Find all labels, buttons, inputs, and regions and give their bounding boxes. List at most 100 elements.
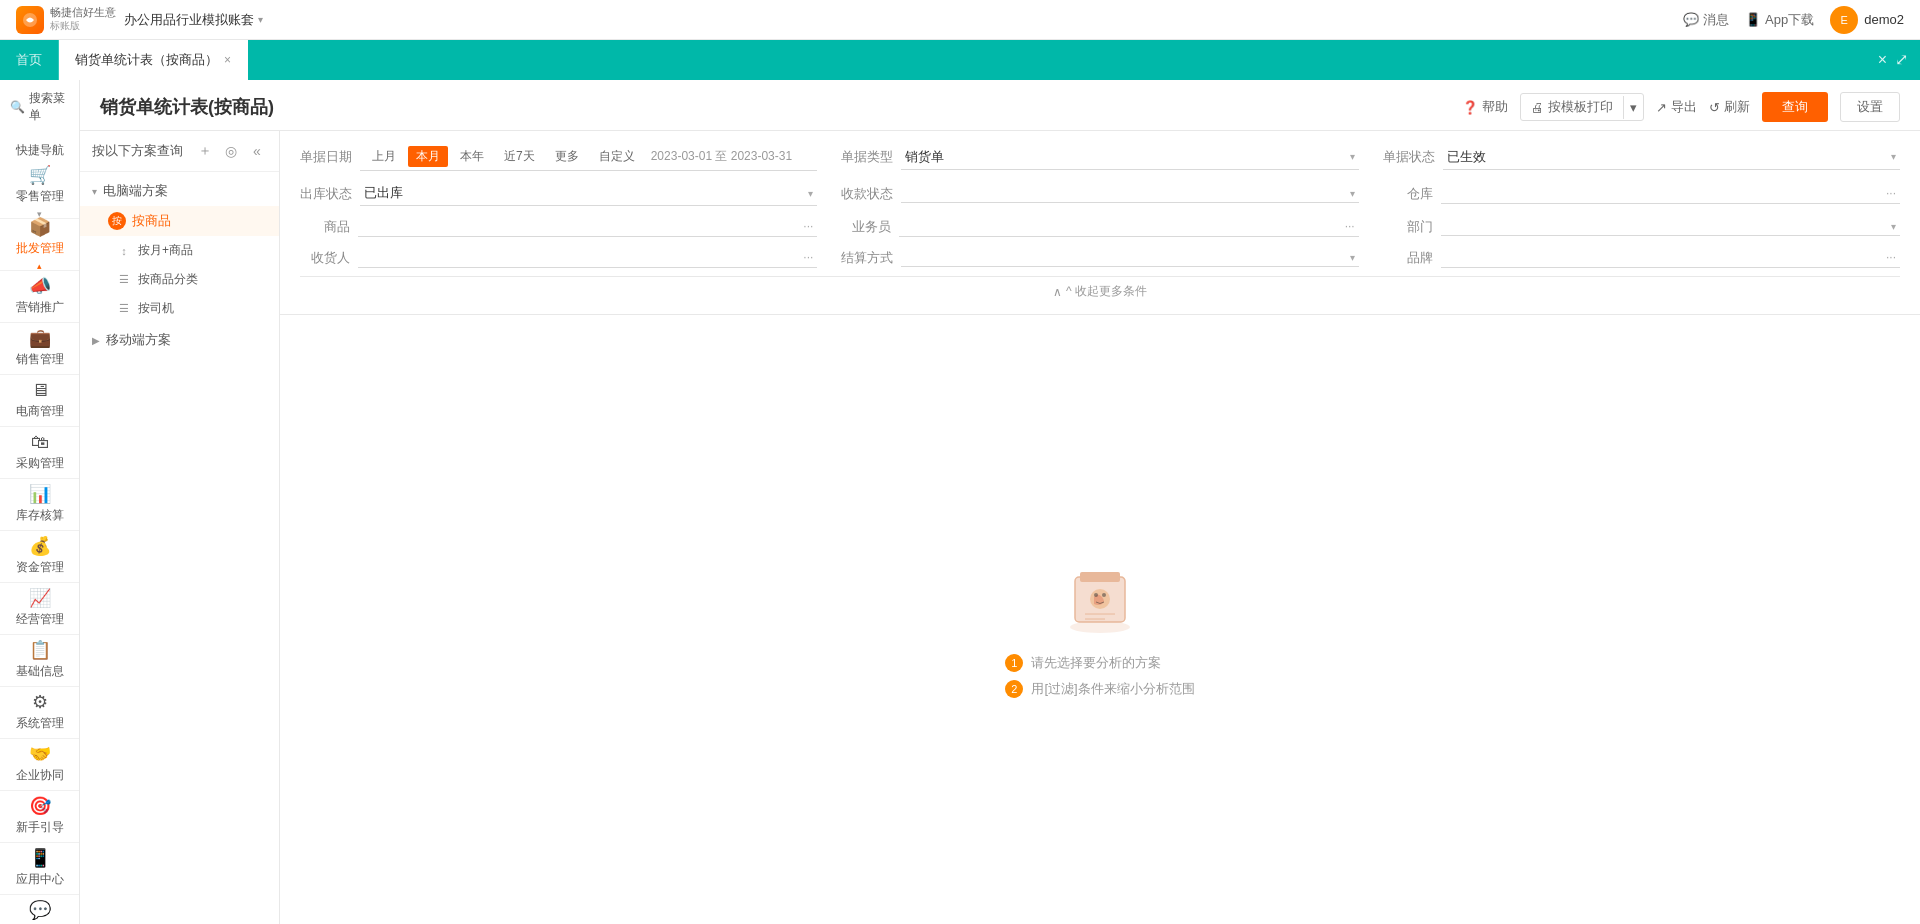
sidebar-item-apps[interactable]: 📱 应用中心 [0, 843, 79, 895]
workspace-selector[interactable]: 办公用品行业模拟账套 ▾ [124, 11, 263, 29]
sidebar-item-marketing[interactable]: 📣 营销推广 [0, 271, 79, 323]
date-tab-more[interactable]: 更多 [547, 146, 587, 167]
date-tab-this-year[interactable]: 本年 [452, 146, 492, 167]
logo-text-area: 畅捷信好生意 标账版 [50, 6, 116, 33]
product-label: 商品 [300, 218, 358, 236]
tab-sales-stats-label: 销货单统计表（按商品） [75, 51, 218, 69]
tree-group-label: 电脑端方案 [103, 182, 168, 200]
sidebar-item-wholesale[interactable]: 📦 批发管理 ▴ [0, 219, 79, 271]
tree-group-desktop-header[interactable]: ▾ 电脑端方案 [80, 176, 279, 206]
help-label: 帮助 [1482, 98, 1508, 116]
messages-btn[interactable]: 💬 消息 [1683, 11, 1729, 29]
sidebar-item-system[interactable]: ⚙ 系统管理 [0, 687, 79, 739]
date-tab-last-month[interactable]: 上月 [364, 146, 404, 167]
collapse-bar[interactable]: ∧ ^ 收起更多条件 [300, 276, 1900, 306]
tree-sub-month-product-label: 按月+商品 [138, 242, 193, 259]
lp-settings-btn[interactable]: ◎ [221, 141, 241, 161]
sidebar-item-wechat[interactable]: 💬 企业微信 [0, 895, 79, 924]
tree-sub-month-product[interactable]: ↕ 按月+商品 [80, 236, 279, 265]
bill-type-filter: 单据类型 销货单 ▾ [841, 145, 1358, 170]
tab-close-all-btn[interactable]: × [1878, 52, 1887, 68]
tree-sub-product-category[interactable]: ☰ 按商品分类 [80, 265, 279, 294]
add-icon: ＋ [198, 142, 212, 160]
sidebar-item-inventory[interactable]: 📊 库存核算 [0, 479, 79, 531]
staff-control[interactable]: ··· [899, 216, 1358, 237]
sidebar-item-retail[interactable]: 🛒 零售管理 ▾ [0, 167, 79, 219]
sidebar-item-purchase[interactable]: 🛍 采购管理 [0, 427, 79, 479]
search-icon: 🔍 [10, 100, 25, 114]
export-btn[interactable]: ↗ 导出 [1656, 98, 1697, 116]
app-download-btn[interactable]: 📱 App下载 [1745, 11, 1814, 29]
brand-control[interactable]: ··· [1441, 247, 1900, 268]
print-btn[interactable]: 🖨 按模板打印 [1521, 94, 1623, 120]
settings-circle-icon: ◎ [225, 143, 237, 159]
tab-expand-btn[interactable]: ⤢ [1895, 52, 1908, 68]
purchase-label: 采购管理 [16, 455, 64, 472]
query-btn[interactable]: 查询 [1762, 92, 1828, 122]
help-icon: ❓ [1462, 100, 1478, 115]
tree-sub-printer-label: 按司机 [138, 300, 174, 317]
print-label: 按模板打印 [1548, 98, 1613, 116]
content-area: 销货单统计表(按商品) ❓ 帮助 🖨 按模板打印 ▾ ↗ 导出 [80, 80, 1920, 924]
date-tab-this-month[interactable]: 本月 [408, 146, 448, 167]
sidebar-item-finance[interactable]: 💰 资金管理 [0, 531, 79, 583]
receipt-status-control[interactable]: ▾ [901, 185, 1358, 203]
out-status-control[interactable]: 已出库 ▾ [360, 181, 817, 206]
date-tab-custom[interactable]: 自定义 [591, 146, 643, 167]
ecommerce-label: 电商管理 [16, 403, 64, 420]
tip-text-2: 用[过滤]条件来缩小分析范围 [1031, 680, 1194, 698]
user-area[interactable]: E demo2 [1830, 6, 1904, 34]
staff-dots[interactable]: ··· [1345, 219, 1355, 233]
department-control[interactable]: ▾ [1441, 218, 1900, 236]
sidebar-item-sales[interactable]: 💼 销售管理 [0, 323, 79, 375]
svg-point-6 [1102, 593, 1106, 597]
collapse-left-icon: « [253, 143, 261, 159]
empty-state: 1 请先选择要分析的方案 2 用[过滤]条件来缩小分析范围 [280, 315, 1920, 924]
settings-btn[interactable]: 设置 [1840, 92, 1900, 122]
recipient-dots[interactable]: ··· [803, 250, 813, 264]
sidebar: 🔍 搜索菜单 快捷导航 🛒 零售管理 ▾ 📦 批发管理 ▴ 📣 营销推广 💼 销… [0, 80, 80, 924]
sidebar-item-ecommerce[interactable]: 🖥 电商管理 [0, 375, 79, 427]
sidebar-item-basic[interactable]: 📋 基础信息 [0, 635, 79, 687]
warehouse-dots[interactable]: ··· [1886, 186, 1896, 200]
tab-home[interactable]: 首页 [0, 40, 59, 80]
tree-item-by-product[interactable]: 按 按商品 [80, 206, 279, 236]
title-actions: ❓ 帮助 🖨 按模板打印 ▾ ↗ 导出 ↺ 刷新 [1462, 92, 1900, 122]
user-avatar: E [1830, 6, 1858, 34]
tab-sales-stats[interactable]: 销货单统计表（按商品） × [59, 40, 248, 80]
sidebar-quick-nav[interactable]: 快捷导航 [0, 134, 79, 167]
sidebar-item-operations[interactable]: 📈 经营管理 [0, 583, 79, 635]
sidebar-item-guide[interactable]: 🎯 新手引导 [0, 791, 79, 843]
lp-collapse-btn[interactable]: « [247, 141, 267, 161]
tree-group-mobile-header[interactable]: ▶ 移动端方案 [80, 325, 279, 355]
tree-sub-by-printer[interactable]: ☰ 按司机 [80, 294, 279, 323]
help-btn[interactable]: ❓ 帮助 [1462, 98, 1508, 116]
warehouse-control[interactable]: ··· [1441, 183, 1900, 204]
tab-sales-stats-close[interactable]: × [224, 53, 231, 67]
refresh-btn[interactable]: ↺ 刷新 [1709, 98, 1750, 116]
warehouse-filter: 仓库 ··· [1383, 183, 1900, 204]
messages-label: 消息 [1703, 11, 1729, 29]
bill-status-control[interactable]: 已生效 ▾ [1443, 145, 1900, 170]
payment-control[interactable]: ▾ [901, 249, 1358, 267]
print-dropdown-btn[interactable]: ▾ [1623, 96, 1643, 119]
tree-group-arrow: ▾ [92, 186, 97, 197]
product-dots[interactable]: ··· [803, 219, 813, 233]
bill-type-control[interactable]: 销货单 ▾ [901, 145, 1358, 170]
brand-dots[interactable]: ··· [1886, 250, 1896, 264]
sidebar-search-btn[interactable]: 🔍 搜索菜单 [0, 80, 79, 134]
tab-bar: 首页 销货单统计表（按商品） × × ⤢ [0, 40, 1920, 80]
filter-section: 单据日期 上月 本月 本年 近7天 更多 自定义 2023-03-01 至 20… [280, 131, 1920, 315]
tree-group-mobile-label: 移动端方案 [106, 331, 171, 349]
recipient-control[interactable]: ··· [358, 247, 817, 268]
sidebar-item-enterprise[interactable]: 🤝 企业协同 [0, 739, 79, 791]
tab-home-label: 首页 [16, 51, 42, 69]
product-control[interactable]: ··· [358, 216, 817, 237]
header-right: 💬 消息 📱 App下载 E demo2 [1683, 6, 1904, 34]
finance-icon: 💰 [29, 537, 51, 555]
lp-add-btn[interactable]: ＋ [195, 141, 215, 161]
date-tab-7days[interactable]: 近7天 [496, 146, 543, 167]
empty-tip-2: 2 用[过滤]条件来缩小分析范围 [1005, 680, 1194, 698]
message-icon: 💬 [1683, 12, 1699, 27]
top-header: 畅捷信好生意 标账版 办公用品行业模拟账套 ▾ 💬 消息 📱 App下载 E d… [0, 0, 1920, 40]
